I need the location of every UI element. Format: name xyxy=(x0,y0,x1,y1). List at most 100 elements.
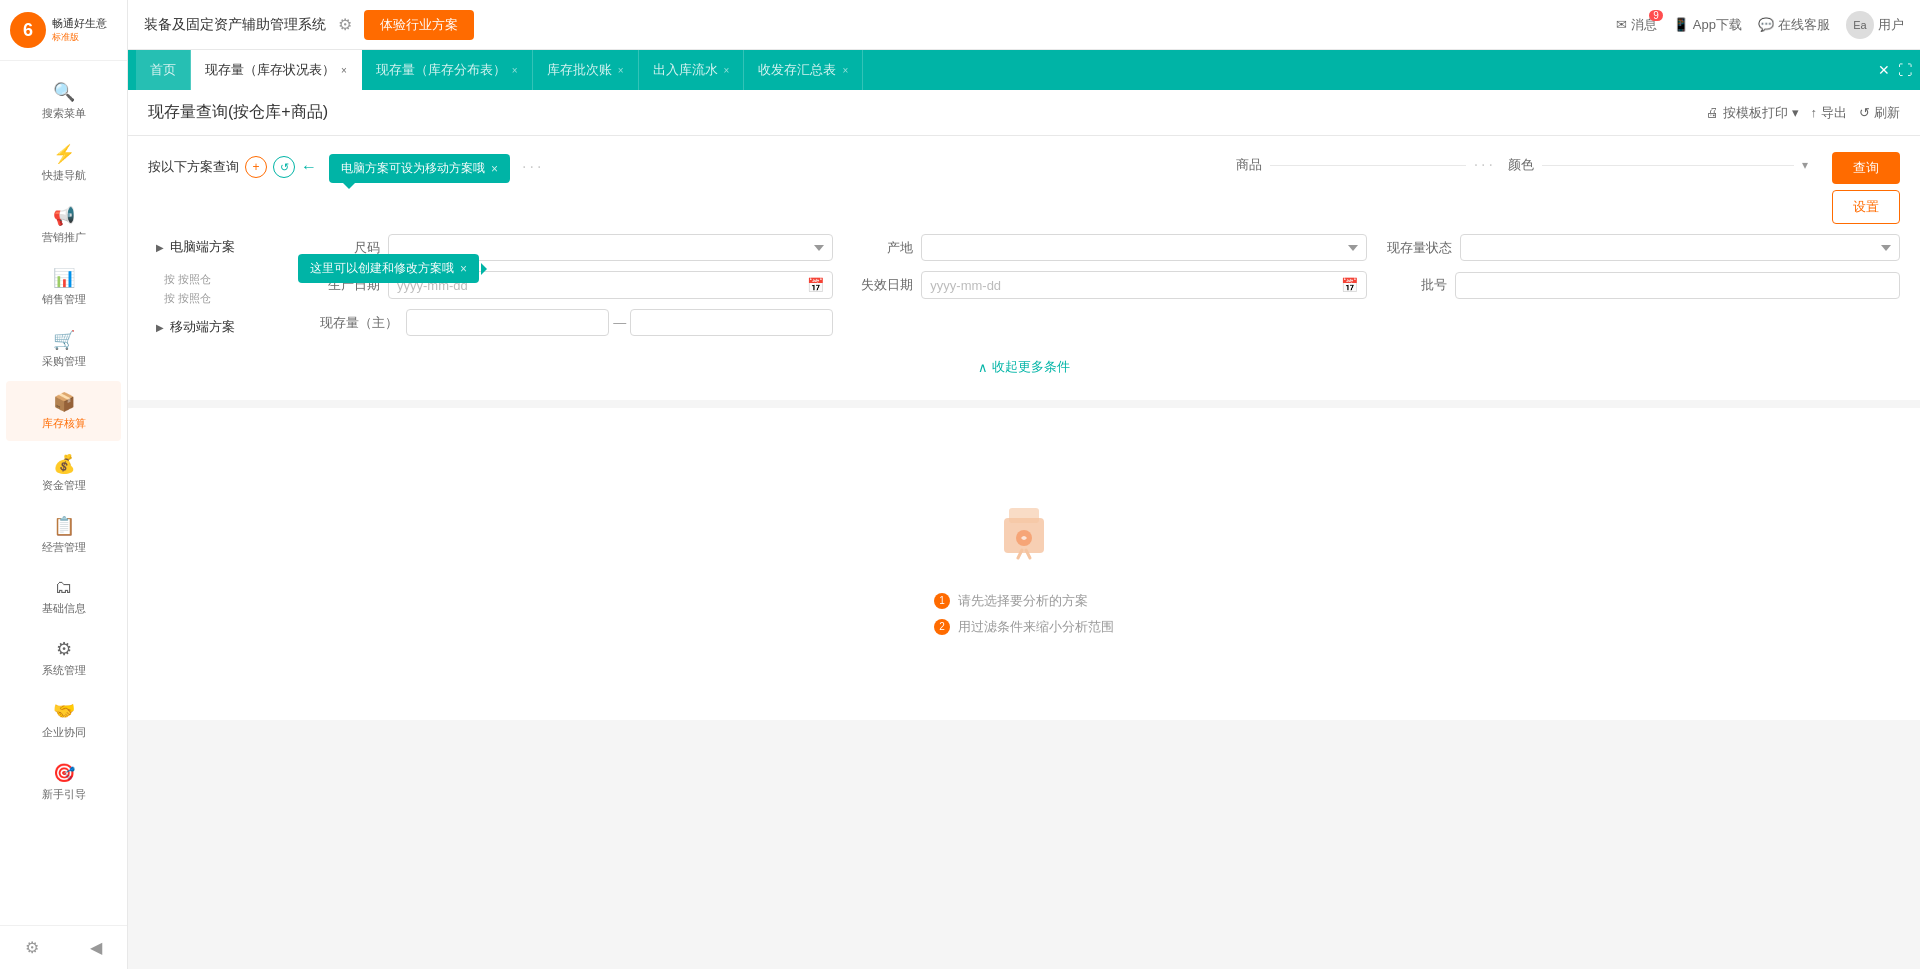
tab-close-inventory-status[interactable]: × xyxy=(341,65,347,76)
stock-status-label: 现存量状态 xyxy=(1387,239,1452,257)
sidebar-item-system[interactable]: ⚙ 系统管理 xyxy=(6,628,121,688)
page-content: 现存量查询(按仓库+商品) 🖨 按模板打印 ▾ ↑ 导出 ↺ 刷新 xyxy=(128,90,1920,969)
print-icon: 🖨 xyxy=(1706,105,1719,120)
tab-batch[interactable]: 库存批次账 × xyxy=(533,50,639,90)
collapse-conditions-button[interactable]: ∧ 收起更多条件 xyxy=(148,350,1900,384)
tooltip2-close[interactable]: × xyxy=(460,262,467,276)
tooltip-scheme-edit: 这里可以创建和修改方案哦 × xyxy=(298,254,479,283)
step1-number: 1 xyxy=(934,593,950,609)
refresh-button[interactable]: ↺ 刷新 xyxy=(1859,104,1900,122)
search-button[interactable]: 查询 xyxy=(1832,152,1900,184)
stock-qty-min[interactable] xyxy=(406,309,609,336)
sales-icon: 📊 xyxy=(53,267,75,289)
sidebar-item-operations[interactable]: 📋 经营管理 xyxy=(6,505,121,565)
expiry-date-calendar-icon[interactable]: 📅 xyxy=(1341,277,1358,293)
batch-input[interactable] xyxy=(1455,272,1900,299)
prod-date-calendar-icon[interactable]: 📅 xyxy=(807,277,824,293)
quick-nav-icon: ⚡ xyxy=(53,143,75,165)
online-service-item[interactable]: 💬 在线客服 xyxy=(1758,16,1830,34)
mobile-scheme-item[interactable]: ▶ 移动端方案 xyxy=(156,314,308,340)
sidebar-item-inventory[interactable]: 📦 库存核算 xyxy=(6,381,121,441)
sidebar-item-purchase[interactable]: 🛒 采购管理 xyxy=(6,319,121,379)
finance-icon: 💰 xyxy=(53,453,75,475)
svg-rect-1 xyxy=(1009,508,1039,523)
filter-row-batch: 批号 xyxy=(1387,271,1900,299)
stock-qty-max[interactable] xyxy=(630,309,833,336)
tab-inventory-dist[interactable]: 现存量（库存分布表） × xyxy=(362,50,533,90)
system-name: 装备及固定资产辅助管理系统 xyxy=(144,16,326,34)
print-dropdown-icon: ▾ xyxy=(1792,105,1799,120)
service-icon: 💬 xyxy=(1758,17,1774,32)
print-template-button[interactable]: 🖨 按模板打印 ▾ xyxy=(1706,104,1799,122)
filter-area: 按以下方案查询 + ↺ ← 电脑方案可设为移动方案哦 × ··· xyxy=(128,136,1920,400)
field-dots-1: ··· xyxy=(522,158,544,176)
search-nav-icon: 🔍 xyxy=(53,81,75,103)
tab-summary[interactable]: 收发存汇总表 × xyxy=(744,50,863,90)
purchase-icon: 🛒 xyxy=(53,329,75,351)
tooltip1-close[interactable]: × xyxy=(491,162,498,176)
tab-close-inventory-dist[interactable]: × xyxy=(512,65,518,76)
header-settings-icon[interactable]: ⚙ xyxy=(338,15,352,34)
pc-scheme-arrow: ▶ xyxy=(156,242,164,253)
experience-button[interactable]: 体验行业方案 xyxy=(364,10,474,40)
set-button[interactable]: 设置 xyxy=(1832,190,1900,224)
mobile-scheme-arrow: ▶ xyxy=(156,322,164,333)
operations-icon: 📋 xyxy=(53,515,75,537)
system-icon: ⚙ xyxy=(56,638,72,660)
pc-scheme-item[interactable]: ▶ 电脑端方案 xyxy=(156,234,308,260)
marketing-icon: 📢 xyxy=(53,205,75,227)
filter-row-origin: 产地 xyxy=(853,234,1366,261)
tab-fullscreen-icon[interactable]: ⛶ xyxy=(1898,62,1912,78)
expiry-date-label: 失效日期 xyxy=(853,276,913,294)
user-item[interactable]: Ea 用户 xyxy=(1846,11,1904,39)
sidebar-item-quick-nav[interactable]: ⚡ 快捷导航 xyxy=(6,133,121,193)
message-item[interactable]: ✉ 消息 9 xyxy=(1616,16,1657,34)
header-right: ✉ 消息 9 📱 App下载 💬 在线客服 Ea 用户 xyxy=(1616,11,1904,39)
origin-label: 产地 xyxy=(853,239,913,257)
inventory-icon: 📦 xyxy=(53,391,75,413)
stock-status-select[interactable] xyxy=(1460,234,1900,261)
page-header: 现存量查询(按仓库+商品) 🖨 按模板打印 ▾ ↑ 导出 ↺ 刷新 xyxy=(128,90,1920,136)
tab-home[interactable]: 首页 xyxy=(136,50,191,90)
sidebar-item-marketing[interactable]: 📢 营销推广 xyxy=(6,195,121,255)
sidebar-item-search[interactable]: 🔍 搜索菜单 xyxy=(6,71,121,131)
expiry-date-input[interactable]: yyyy-mm-dd 📅 xyxy=(921,271,1366,299)
stock-qty-range: — xyxy=(406,309,833,336)
sub-label-1: 按 按照仓 xyxy=(164,272,308,287)
tab-inventory-status[interactable]: 现存量（库存状况表） × xyxy=(191,50,362,90)
scheme-arrow-icon[interactable]: ← xyxy=(301,158,317,176)
tab-inout[interactable]: 出入库流水 × xyxy=(639,50,745,90)
origin-select[interactable] xyxy=(921,234,1366,261)
filter-row-stock-status: 现存量状态 xyxy=(1387,234,1900,261)
app-download-item[interactable]: 📱 App下载 xyxy=(1673,16,1742,34)
sub-label-2: 按 按照仓 xyxy=(164,291,308,306)
sidebar-item-enterprise[interactable]: 🤝 企业协同 xyxy=(6,690,121,750)
sidebar-logo: 6 畅通好生意 标准版 xyxy=(0,0,127,61)
guide-icon: 🎯 xyxy=(53,762,75,784)
export-button[interactable]: ↑ 导出 xyxy=(1811,104,1848,122)
sidebar-item-basic-info[interactable]: 🗂 基础信息 xyxy=(6,567,121,626)
product-label: 商品 xyxy=(1236,156,1262,174)
collapse-sidebar-icon[interactable]: ◀ xyxy=(90,938,102,957)
sidebar-item-guide[interactable]: 🎯 新手引导 xyxy=(6,752,121,812)
filter-tree-mobile: 按 按照仓 按 按照仓 ▶ 移动端方案 xyxy=(156,272,308,340)
color-dropdown-icon[interactable]: ▾ xyxy=(1802,158,1808,172)
empty-steps: 1 请先选择要分析的方案 2 用过滤条件来缩小分析范围 xyxy=(934,588,1114,640)
tab-close-batch[interactable]: × xyxy=(618,65,624,76)
basic-info-icon: 🗂 xyxy=(55,577,73,598)
tab-close-all-icon[interactable]: ✕ xyxy=(1878,62,1890,78)
tab-close-inout[interactable]: × xyxy=(724,65,730,76)
filter-row-expiry-date: 失效日期 yyyy-mm-dd 📅 xyxy=(853,271,1366,299)
sidebar: 6 畅通好生意 标准版 🔍 搜索菜单 ⚡ 快捷导航 📢 营销推广 📊 销售管理 … xyxy=(0,0,128,969)
sidebar-nav: 🔍 搜索菜单 ⚡ 快捷导航 📢 营销推广 📊 销售管理 🛒 采购管理 📦 库存核… xyxy=(0,61,127,925)
sidebar-item-finance[interactable]: 💰 资金管理 xyxy=(6,443,121,503)
reset-scheme-button[interactable]: ↺ xyxy=(273,156,295,178)
message-icon: ✉ xyxy=(1616,17,1627,32)
add-scheme-button[interactable]: + xyxy=(245,156,267,178)
sidebar-item-sales[interactable]: 📊 销售管理 xyxy=(6,257,121,317)
batch-label: 批号 xyxy=(1387,276,1447,294)
settings-bottom-icon[interactable]: ⚙ xyxy=(25,938,39,957)
tab-close-summary[interactable]: × xyxy=(842,65,848,76)
user-avatar: Ea xyxy=(1846,11,1874,39)
filter-section-title: 按以下方案查询 xyxy=(148,158,239,176)
